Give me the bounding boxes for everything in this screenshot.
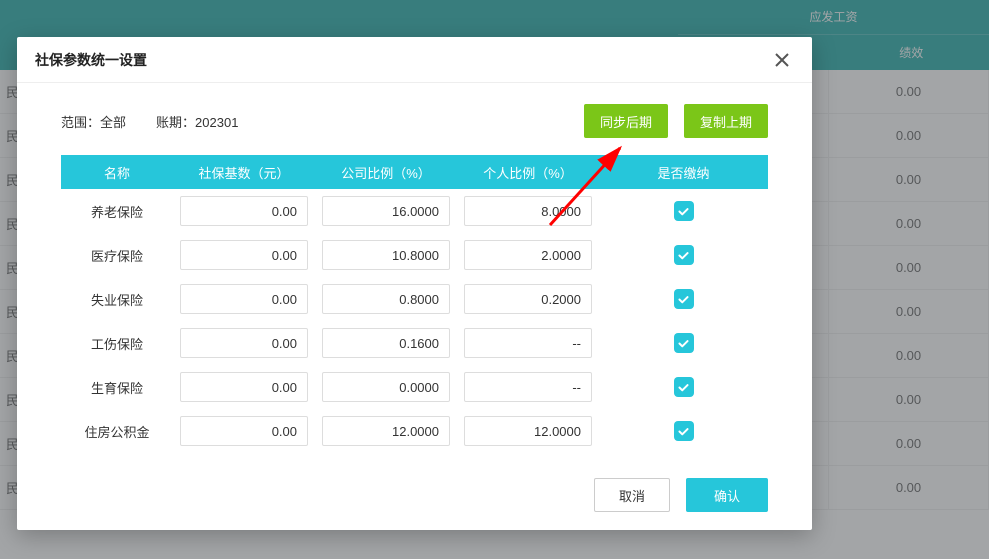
- th-corp: 公司比例（%）: [315, 163, 457, 182]
- personal-ratio-input[interactable]: [464, 328, 592, 358]
- row-name: 工伤保险: [61, 321, 173, 365]
- modal-header: 社保参数统一设置: [17, 37, 812, 83]
- personal-ratio-input[interactable]: [464, 196, 592, 226]
- company-ratio-input[interactable]: [322, 240, 450, 270]
- th-pay: 是否缴纳: [599, 163, 768, 182]
- row-name: 生育保险: [61, 365, 173, 409]
- company-ratio-input[interactable]: [322, 284, 450, 314]
- company-ratio-input[interactable]: [322, 328, 450, 358]
- base-input[interactable]: [180, 240, 308, 270]
- pay-checkbox[interactable]: [674, 421, 694, 441]
- personal-ratio-input[interactable]: [464, 284, 592, 314]
- base-input[interactable]: [180, 196, 308, 226]
- period-value: 202301: [195, 115, 238, 130]
- personal-ratio-input[interactable]: [464, 416, 592, 446]
- modal-title: 社保参数统一设置: [35, 50, 147, 70]
- base-input[interactable]: [180, 416, 308, 446]
- scope-value: 全部: [100, 115, 126, 130]
- table-row: 医疗保险: [61, 233, 768, 277]
- period-label: 账期：: [156, 115, 195, 130]
- table-row: 生育保险: [61, 365, 768, 409]
- th-base: 社保基数（元）: [173, 163, 315, 182]
- close-button[interactable]: [770, 48, 794, 72]
- base-input[interactable]: [180, 372, 308, 402]
- cancel-button[interactable]: 取消: [594, 478, 670, 512]
- insurance-table: 名称 社保基数（元） 公司比例（%） 个人比例（%） 是否缴纳 养老保险医疗保险…: [61, 155, 768, 453]
- row-name: 医疗保险: [61, 233, 173, 277]
- scope-text: 范围：全部: [61, 112, 126, 131]
- confirm-button[interactable]: 确认: [686, 478, 768, 512]
- pay-checkbox[interactable]: [674, 289, 694, 309]
- base-input[interactable]: [180, 328, 308, 358]
- base-input[interactable]: [180, 284, 308, 314]
- company-ratio-input[interactable]: [322, 416, 450, 446]
- table-header: 名称 社保基数（元） 公司比例（%） 个人比例（%） 是否缴纳: [61, 155, 768, 189]
- period-text: 账期：202301: [156, 112, 238, 131]
- modal-footer: 取消 确认: [17, 460, 812, 530]
- personal-ratio-input[interactable]: [464, 240, 592, 270]
- row-name: 失业保险: [61, 277, 173, 321]
- th-pers: 个人比例（%）: [457, 163, 599, 182]
- company-ratio-input[interactable]: [322, 196, 450, 226]
- table-row: 养老保险: [61, 189, 768, 233]
- check-icon: [677, 249, 690, 262]
- check-icon: [677, 425, 690, 438]
- row-name: 住房公积金: [61, 409, 173, 453]
- close-icon: [774, 52, 790, 68]
- pay-checkbox[interactable]: [674, 201, 694, 221]
- sync-later-button[interactable]: 同步后期: [584, 104, 668, 138]
- pay-checkbox[interactable]: [674, 333, 694, 353]
- personal-ratio-input[interactable]: [464, 372, 592, 402]
- copy-prev-button[interactable]: 复制上期: [684, 104, 768, 138]
- company-ratio-input[interactable]: [322, 372, 450, 402]
- pay-checkbox[interactable]: [674, 377, 694, 397]
- table-row: 工伤保险: [61, 321, 768, 365]
- pay-checkbox[interactable]: [674, 245, 694, 265]
- th-name: 名称: [61, 163, 173, 182]
- check-icon: [677, 381, 690, 394]
- check-icon: [677, 205, 690, 218]
- scope-label: 范围：: [61, 115, 100, 130]
- table-row: 住房公积金: [61, 409, 768, 453]
- check-icon: [677, 337, 690, 350]
- check-icon: [677, 293, 690, 306]
- social-insurance-modal: 社保参数统一设置 范围：全部 账期：202301 同步后期 复制上期 名称 社保…: [17, 37, 812, 530]
- table-row: 失业保险: [61, 277, 768, 321]
- row-name: 养老保险: [61, 189, 173, 233]
